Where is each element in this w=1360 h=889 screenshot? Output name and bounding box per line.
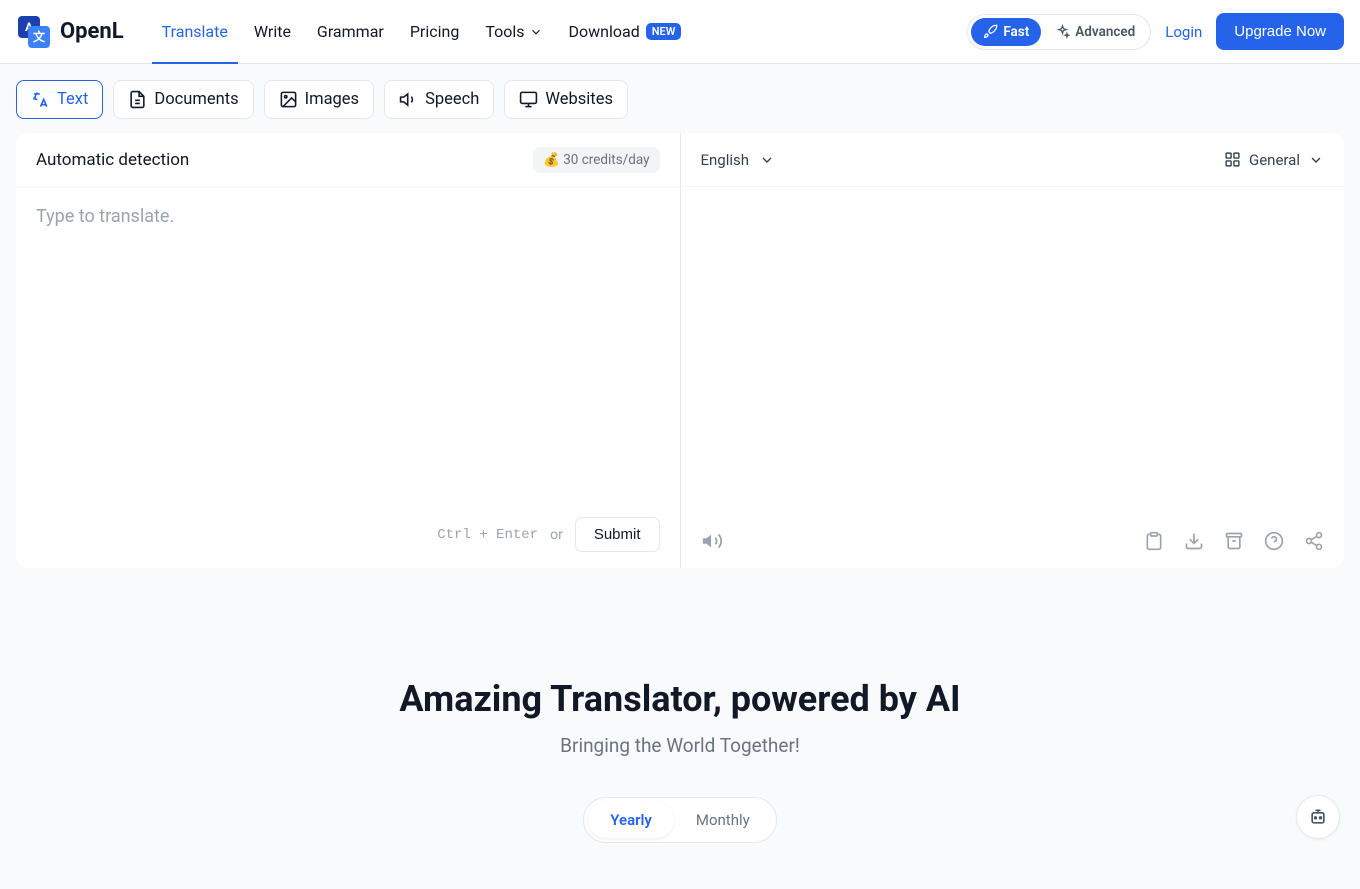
main-nav: Translate Write Grammar Pricing Tools Do… [152,0,692,64]
shortcut-hint: Ctrl + Enter [437,527,538,543]
hero-subtitle: Bringing the World Together! [36,734,1324,757]
translator-box: Automatic detection 💰 30 credits/day Ctr… [16,133,1344,568]
period-monthly[interactable]: Monthly [674,802,772,838]
logo[interactable]: A 文 OpenL [16,14,124,50]
header-right: Fast Advanced Login Upgrade Now [967,13,1344,50]
source-text-input[interactable] [36,206,660,487]
translate-icon [31,90,50,109]
monitor-icon [519,90,538,109]
hero-section: Amazing Translator, powered by AI Bringi… [16,568,1344,873]
chevron-down-icon [1308,152,1324,168]
tab-speech-label: Speech [425,90,479,109]
listen-button[interactable] [701,530,723,552]
login-link[interactable]: Login [1165,23,1202,41]
domain-label: General [1249,151,1300,169]
mode-advanced[interactable]: Advanced [1043,18,1147,46]
credits-emoji: 💰 [543,152,560,168]
nav-translate[interactable]: Translate [152,0,238,64]
nav-download[interactable]: Download NEW [559,0,692,64]
source-panel-body [16,188,680,505]
sparkles-icon [1055,24,1070,39]
tab-speech[interactable]: Speech [384,80,494,119]
copy-button[interactable] [1144,531,1164,551]
bot-icon [1308,807,1328,827]
target-language-selector[interactable]: English [701,151,776,169]
archive-icon [1224,531,1244,551]
nav-tools-label: Tools [485,22,524,41]
nav-grammar[interactable]: Grammar [307,0,394,64]
help-circle-icon [1264,531,1284,551]
content-area: Text Documents Images Speech Websites Au… [0,64,1360,889]
target-actions [1144,531,1324,551]
rocket-icon [983,24,998,39]
mode-fast-label: Fast [1003,24,1029,40]
target-panel-header: English General [681,133,1345,187]
download-icon [1184,531,1204,551]
tab-websites-label: Websites [545,90,613,109]
nav-pricing[interactable]: Pricing [400,0,470,64]
chevron-down-icon [529,25,543,39]
logo-icon: A 文 [16,14,52,50]
shortcut-or: or [550,527,563,543]
tab-text-label: Text [57,90,88,109]
tab-documents[interactable]: Documents [113,80,253,119]
source-panel: Automatic detection 💰 30 credits/day Ctr… [16,133,681,568]
tab-websites[interactable]: Websites [504,80,628,119]
help-button[interactable] [1264,531,1284,551]
brand-name: OpenL [60,19,124,44]
credits-text: 30 credits/day [563,152,649,168]
grid-icon [1224,151,1241,168]
target-panel-footer [681,518,1345,568]
document-icon [128,90,147,109]
source-language-selector[interactable]: Automatic detection [36,150,189,170]
target-panel-body [681,187,1345,518]
period-yearly[interactable]: Yearly [588,802,674,838]
submit-button[interactable]: Submit [575,517,660,552]
billing-period-toggle: Yearly Monthly [583,797,776,843]
tab-text[interactable]: Text [16,80,103,119]
input-type-tabs: Text Documents Images Speech Websites [16,80,1344,119]
hero-title: Amazing Translator, powered by AI [36,678,1324,720]
upgrade-button[interactable]: Upgrade Now [1216,13,1344,50]
mode-toggle: Fast Advanced [967,14,1151,50]
domain-selector[interactable]: General [1224,151,1324,169]
image-icon [279,90,298,109]
nav-tools[interactable]: Tools [475,0,552,64]
tab-images-label: Images [305,90,359,109]
chevron-down-icon [759,152,775,168]
source-panel-footer: Ctrl + Enter or Submit [16,505,680,568]
source-panel-header: Automatic detection 💰 30 credits/day [16,133,680,188]
tab-images[interactable]: Images [264,80,374,119]
nav-write[interactable]: Write [244,0,301,64]
mode-fast[interactable]: Fast [971,18,1041,46]
tab-documents-label: Documents [154,90,238,109]
volume-icon [701,530,723,552]
svg-text:文: 文 [33,29,46,44]
credits-badge[interactable]: 💰 30 credits/day [533,147,659,173]
floating-assistant-button[interactable] [1296,795,1340,839]
target-language-label: English [701,151,750,169]
header: A 文 OpenL Translate Write Grammar Pricin… [0,0,1360,64]
share-icon [1304,531,1324,551]
nav-download-label: Download [569,22,640,41]
mode-advanced-label: Advanced [1075,24,1135,40]
target-panel: English General [681,133,1345,568]
clipboard-icon [1144,531,1164,551]
download-button[interactable] [1184,531,1204,551]
share-button[interactable] [1304,531,1324,551]
speaker-icon [399,90,418,109]
new-badge: NEW [646,23,682,40]
archive-button[interactable] [1224,531,1244,551]
